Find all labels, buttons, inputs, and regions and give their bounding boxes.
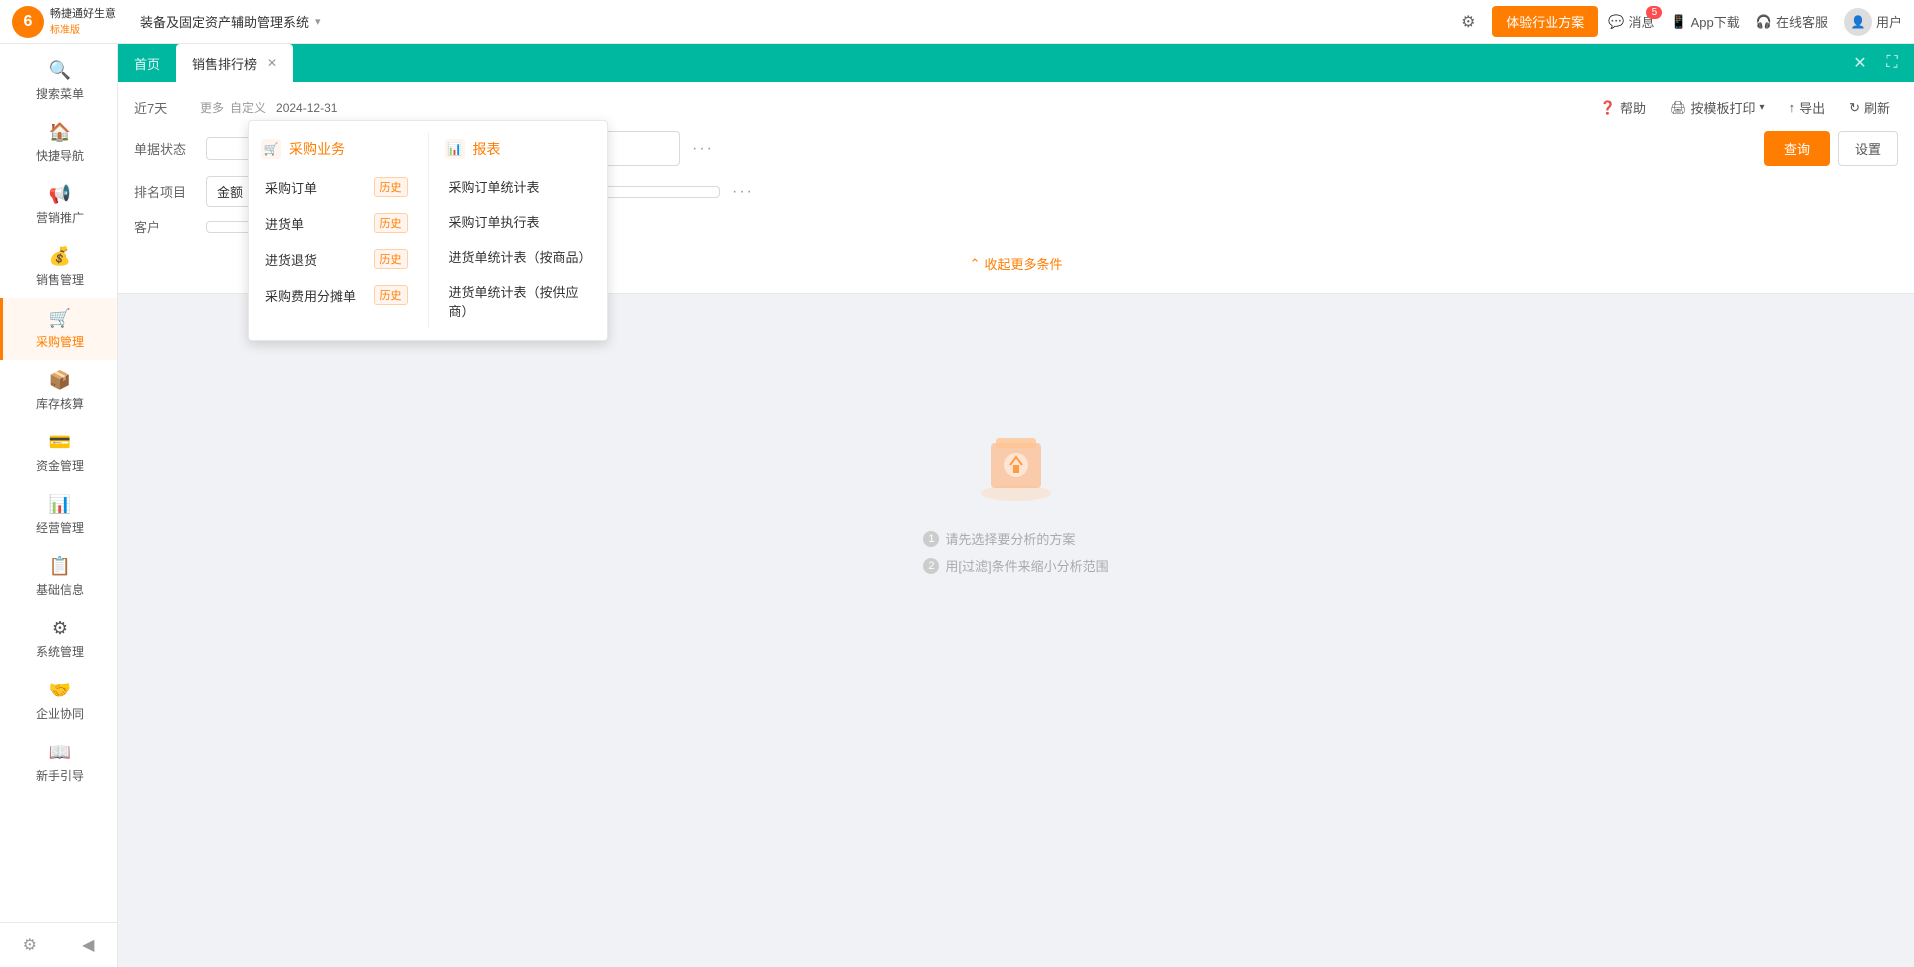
help-btn[interactable]: ❓ 帮助 — [1592, 94, 1654, 121]
sidebar-settings-btn[interactable]: ⚙ — [23, 935, 37, 955]
sidebar-item-sales[interactable]: 💰 销售管理 — [0, 236, 117, 298]
operations-icon: 📊 — [49, 494, 71, 515]
online-service-item[interactable]: 🎧 在线客服 — [1756, 12, 1828, 31]
dropdown-report-col: 📊 报表 采购订单统计表 采购订单执行表 进货单统计表（按商品） — [433, 133, 608, 328]
toolbar-row: 近7天 更多 自定义 2024-12-31 ❓ 帮助 🖨 按模板打印 — [134, 94, 1898, 121]
date-more-btn[interactable]: 更多 — [200, 99, 224, 116]
user-item[interactable]: 👤 用户 — [1844, 8, 1902, 36]
purchase-icon: 🛒 — [49, 308, 71, 329]
tab-close-icon[interactable]: ✕ — [267, 56, 277, 70]
topbar-right: 💬 消息 5 📱 App下载 🎧 在线客服 👤 用户 — [1608, 8, 1902, 36]
search-icon: 🔍 — [49, 60, 71, 81]
dropdown-item-return[interactable]: 进货退货 历史 — [261, 241, 412, 277]
avatar: 👤 — [1844, 8, 1872, 36]
export-btn[interactable]: ↑ 导出 — [1781, 94, 1834, 121]
dropdown-overlay: 🛒 采购业务 采购订单 历史 进货单 历史 — [118, 120, 1914, 967]
dropdown-item-expense[interactable]: 采购费用分摊单 历史 — [261, 277, 412, 313]
industry-btn[interactable]: 体验行业方案 — [1492, 6, 1598, 37]
tab-bar: 首页 销售排行榜 ✕ ✕ ⛶ — [118, 44, 1914, 82]
date-value: 2024-12-31 — [276, 101, 337, 115]
sidebar-item-search[interactable]: 🔍 搜索菜单 — [0, 50, 117, 112]
phone-icon: 📱 — [1670, 14, 1686, 30]
sidebar-item-enterprise[interactable]: 🤝 企业协同 — [0, 670, 117, 732]
dropdown-item-incoming-stat-product[interactable]: 进货单统计表（按商品） — [445, 239, 596, 274]
logo-version: 标准版 — [50, 21, 116, 36]
history-badge-incoming: 历史 — [374, 213, 408, 233]
finance-icon: 💳 — [49, 432, 71, 453]
inventory-icon: 📦 — [49, 370, 71, 391]
dropdown-purchase-col: 🛒 采购业务 采购订单 历史 进货单 历史 — [249, 133, 424, 328]
basic-info-icon: 📋 — [49, 556, 71, 577]
guide-icon: 📖 — [49, 742, 71, 763]
date-row: 近7天 更多 自定义 2024-12-31 — [134, 98, 1580, 117]
sidebar-item-finance[interactable]: 💳 资金管理 — [0, 422, 117, 484]
enterprise-icon: 🤝 — [49, 680, 71, 701]
system-title: 装备及固定资产辅助管理系统 ▾ — [140, 12, 1444, 31]
sidebar-item-basic-info[interactable]: 📋 基础信息 — [0, 546, 117, 608]
dropdown-report-header: 📊 报表 — [445, 133, 596, 169]
system-dropdown-icon[interactable]: ▾ — [315, 15, 321, 28]
print-icon: 🖨 — [1670, 100, 1687, 116]
sidebar-item-operations[interactable]: 📊 经营管理 — [0, 484, 117, 546]
message-badge: 5 — [1646, 6, 1662, 19]
sidebar-item-marketing[interactable]: 📢 营销推广 — [0, 174, 117, 236]
logo-area: 6 畅捷通好生意 标准版 — [12, 6, 130, 38]
sidebar-collapse-btn[interactable]: ◀ — [82, 935, 94, 955]
sidebar-item-system[interactable]: ⚙ 系统管理 — [0, 608, 117, 670]
refresh-icon: ↻ — [1849, 100, 1860, 116]
tab-home[interactable]: 首页 — [118, 44, 176, 82]
print-dropdown-icon: ▾ — [1760, 102, 1765, 113]
logo-text: 畅捷通好生意 — [50, 7, 116, 21]
dropdown-item-incoming[interactable]: 进货单 历史 — [261, 205, 412, 241]
history-badge-return: 历史 — [374, 249, 408, 269]
sidebar-item-guide[interactable]: 📖 新手引导 — [0, 732, 117, 794]
sidebar: 🔍 搜索菜单 🏠 快捷导航 📢 营销推广 💰 销售管理 🛒 采购管理 📦 库存核… — [0, 44, 118, 967]
tab-close-all-icon[interactable]: ✕ — [1846, 49, 1874, 77]
app-download-item[interactable]: 📱 App下载 — [1670, 12, 1739, 31]
headset-icon: 🎧 — [1756, 14, 1772, 30]
sidebar-item-inventory[interactable]: 📦 库存核算 — [0, 360, 117, 422]
home-icon: 🏠 — [49, 122, 71, 143]
purchase-section-icon: 🛒 — [261, 139, 281, 159]
dropdown-item-incoming-stat-supplier[interactable]: 进货单统计表（按供应商） — [445, 274, 596, 328]
dropdown-item-purchase-exec[interactable]: 采购订单执行表 — [445, 204, 596, 239]
date-label: 近7天 — [134, 98, 194, 117]
dropdown-item-purchase-order[interactable]: 采购订单 历史 — [261, 169, 412, 205]
date-custom-btn[interactable]: 自定义 — [230, 99, 266, 116]
sidebar-item-quick-nav[interactable]: 🏠 快捷导航 — [0, 112, 117, 174]
refresh-btn[interactable]: ↻ 刷新 — [1841, 94, 1898, 121]
message-icon: 💬 — [1608, 14, 1624, 30]
dropdown-divider — [428, 133, 429, 328]
logo-icon: 6 — [12, 6, 44, 38]
help-icon: ❓ — [1600, 100, 1616, 116]
print-btn[interactable]: 🖨 按模板打印 ▾ — [1662, 94, 1773, 121]
dropdown-item-purchase-stat[interactable]: 采购订单统计表 — [445, 169, 596, 204]
content-area: 首页 销售排行榜 ✕ ✕ ⛶ 近7天 更多 自定义 — [118, 44, 1914, 967]
history-badge-purchase-order: 历史 — [374, 177, 408, 197]
sales-icon: 💰 — [49, 246, 71, 267]
history-badge-expense: 历史 — [374, 285, 408, 305]
main-layout: 🔍 搜索菜单 🏠 快捷导航 📢 营销推广 💰 销售管理 🛒 采购管理 📦 库存核… — [0, 44, 1914, 967]
topbar: 6 畅捷通好生意 标准版 装备及固定资产辅助管理系统 ▾ ⚙ 体验行业方案 💬 … — [0, 0, 1914, 44]
dropdown-menu: 🛒 采购业务 采购订单 历史 进货单 历史 — [248, 120, 608, 341]
tab-expand-icon[interactable]: ⛶ — [1878, 49, 1906, 77]
tab-bar-right: ✕ ⛶ — [1846, 49, 1914, 77]
dropdown-cols: 🛒 采购业务 采购订单 历史 进货单 历史 — [249, 133, 607, 328]
messages-item[interactable]: 💬 消息 5 — [1608, 12, 1654, 31]
settings-icon[interactable]: ⚙ — [1454, 8, 1482, 36]
page-content: 近7天 更多 自定义 2024-12-31 ❓ 帮助 🖨 按模板打印 — [118, 82, 1914, 967]
toolbar-actions: ❓ 帮助 🖨 按模板打印 ▾ ↑ 导出 ↻ — [1592, 94, 1898, 121]
sidebar-bottom: ⚙ ◀ — [0, 922, 117, 967]
system-icon: ⚙ — [52, 618, 68, 639]
report-section-icon: 📊 — [445, 139, 465, 159]
dropdown-purchase-header: 🛒 采购业务 — [261, 133, 412, 169]
tab-sales-rank[interactable]: 销售排行榜 ✕ — [176, 44, 293, 82]
sidebar-item-purchase[interactable]: 🛒 采购管理 — [0, 298, 117, 360]
marketing-icon: 📢 — [49, 184, 71, 205]
export-icon: ↑ — [1789, 100, 1796, 115]
